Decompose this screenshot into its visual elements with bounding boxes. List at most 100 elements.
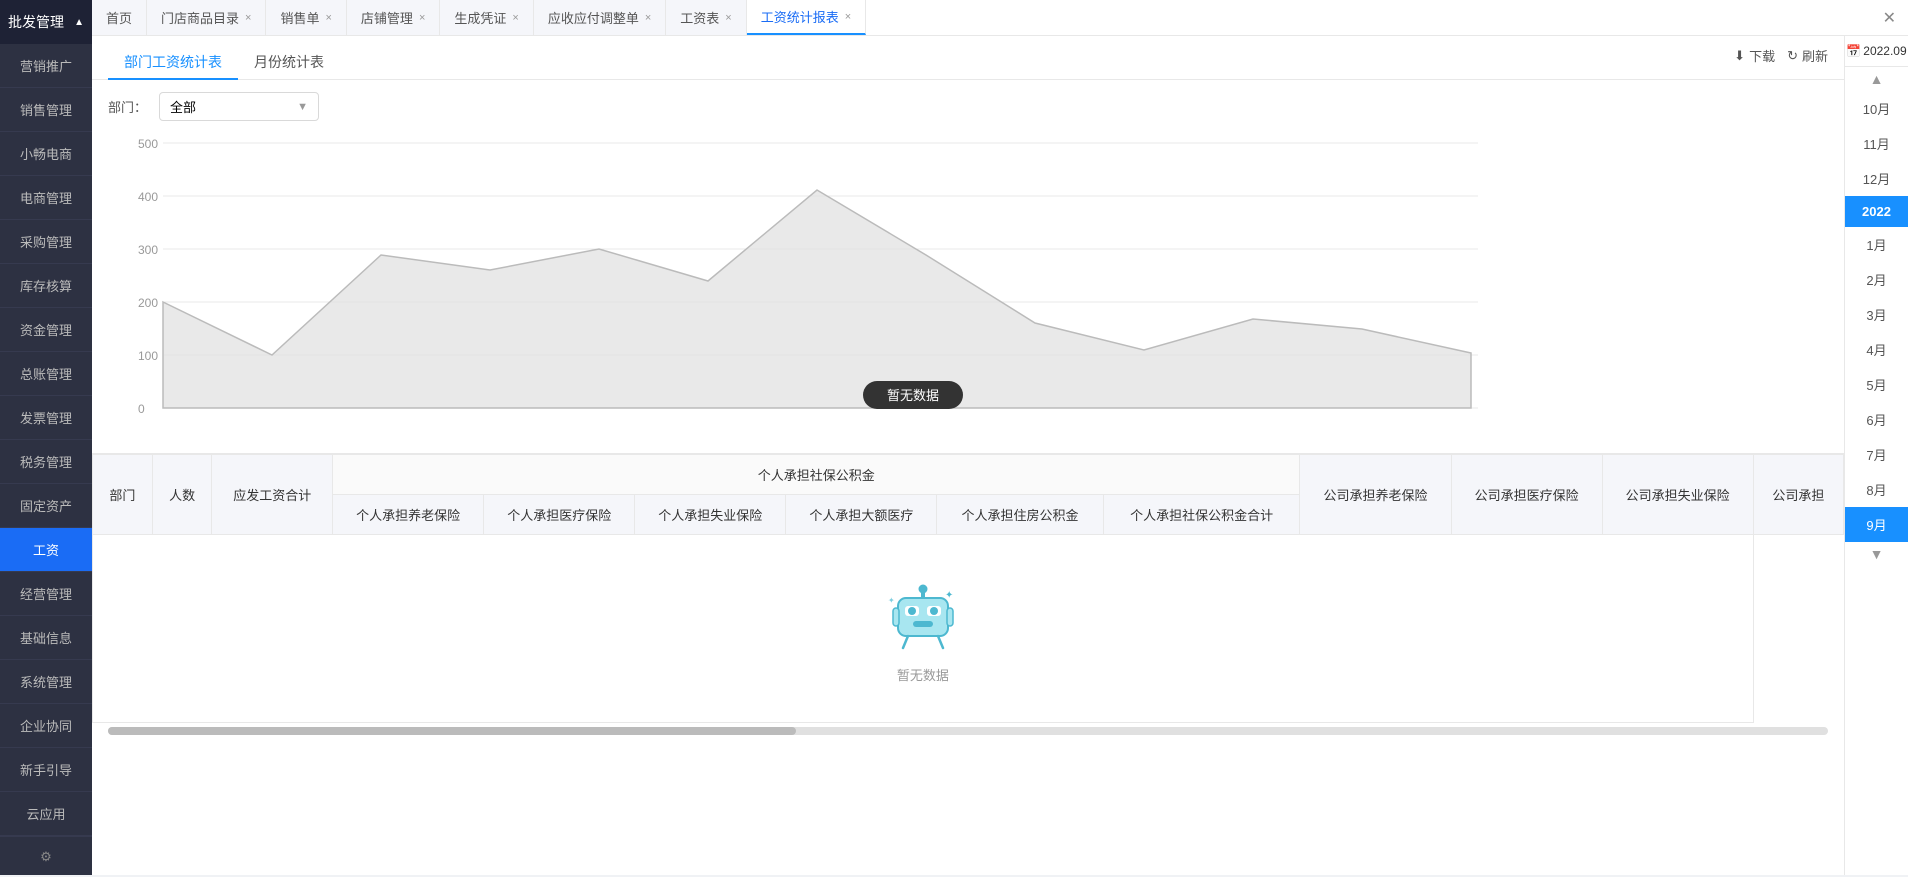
col-company-unemployment: 公司承担失业保险 (1602, 455, 1753, 535)
tab-首页[interactable]: 首页 (92, 0, 147, 35)
tab-店铺管理[interactable]: 店铺管理× (347, 0, 440, 35)
sidebar-item-企业协同[interactable]: 企业协同 (0, 704, 92, 748)
svg-text:0: 0 (138, 402, 145, 416)
sidebar-item-云应用[interactable]: 云应用 (0, 792, 92, 836)
tab-bar-close-button[interactable]: ✕ (1871, 8, 1908, 28)
dept-filter-value: 全部 (170, 97, 196, 116)
sidebar-item-总账管理[interactable]: 总账管理 (0, 352, 92, 396)
month-item-11月[interactable]: 11月 (1845, 126, 1908, 161)
sub-tab-actions: ⬇ 下载 ↻ 刷新 (1734, 46, 1828, 65)
svg-text:✦: ✦ (945, 590, 953, 601)
download-icon: ⬇ (1734, 48, 1745, 64)
svg-text:500: 500 (138, 137, 158, 151)
sidebar-arrow-icon: ▲ (74, 17, 84, 28)
sub-tab-bar: 部门工资统计表月份统计表 ⬇ 下载 ↻ 刷新 (92, 36, 1844, 80)
refresh-label: 刷新 (1802, 46, 1828, 65)
sidebar-item-发票管理[interactable]: 发票管理 (0, 396, 92, 440)
svg-text:暂无数据: 暂无数据 (887, 388, 939, 403)
sidebar-item-固定资产[interactable]: 固定资产 (0, 484, 92, 528)
sidebar-item-系统管理[interactable]: 系统管理 (0, 660, 92, 704)
tab-close-icon[interactable]: × (419, 12, 425, 24)
svg-text:200: 200 (138, 296, 158, 310)
col-personal-total: 个人承担社保公积金合计 (1103, 495, 1300, 535)
sidebar-item-税务管理[interactable]: 税务管理 (0, 440, 92, 484)
table-container[interactable]: 部门 人数 应发工资合计 个人承担社保公积金 公司承担养老保险 公司承担医疗保险… (92, 453, 1844, 875)
empty-text: 暂无数据 (897, 665, 949, 684)
col-personal-major-medical: 个人承担大额医疗 (786, 495, 937, 535)
month-item-8月[interactable]: 8月 (1845, 472, 1908, 507)
sub-tab-月份统计表[interactable]: 月份统计表 (238, 46, 340, 80)
month-item-10月[interactable]: 10月 (1845, 91, 1908, 126)
month-item-2月[interactable]: 2月 (1845, 262, 1908, 297)
month-panel: 📅 2022.09 ▲ 10月11月12月20221月2月3月4月5月6月7月8… (1844, 36, 1908, 875)
month-next-button[interactable]: ▼ (1845, 542, 1908, 566)
month-item-6月[interactable]: 6月 (1845, 402, 1908, 437)
tab-close-icon[interactable]: × (725, 12, 731, 24)
sidebar-item-销售管理[interactable]: 销售管理 (0, 88, 92, 132)
dept-filter-select[interactable]: 全部 ▼ (159, 92, 319, 121)
sidebar-item-采购管理[interactable]: 采购管理 (0, 220, 92, 264)
col-personal-unemployment: 个人承担失业保险 (635, 495, 786, 535)
sidebar-item-资金管理[interactable]: 资金管理 (0, 308, 92, 352)
col-company-medical: 公司承担医疗保险 (1451, 455, 1602, 535)
horizontal-scrollbar[interactable] (108, 727, 1828, 735)
month-panel-header: 📅 2022.09 (1845, 36, 1908, 67)
sidebar-item-电商管理[interactable]: 电商管理 (0, 176, 92, 220)
page-content: 部门工资统计表月份统计表 ⬇ 下载 ↻ 刷新 部门： 全部 ▼ (92, 36, 1844, 875)
tab-工资统计报表[interactable]: 工资统计报表× (747, 0, 866, 35)
sidebar-item-小畅电商[interactable]: 小畅电商 (0, 132, 92, 176)
col-company-pension: 公司承担养老保险 (1300, 455, 1451, 535)
month-item-7月[interactable]: 7月 (1845, 437, 1908, 472)
tab-bar: 首页门店商品目录×销售单×店铺管理×生成凭证×应收应付调整单×工资表×工资统计报… (92, 0, 1908, 36)
month-panel-title: 2022.09 (1863, 44, 1906, 58)
col-group-personal: 个人承担社保公积金 (333, 455, 1300, 495)
tab-close-icon[interactable]: × (645, 12, 651, 24)
col-company-other: 公司承担 (1753, 455, 1843, 535)
month-item-5月[interactable]: 5月 (1845, 367, 1908, 402)
month-item-4月[interactable]: 4月 (1845, 332, 1908, 367)
month-item-9月[interactable]: 9月 (1845, 507, 1908, 542)
tab-close-icon[interactable]: × (512, 12, 518, 24)
tab-close-icon[interactable]: × (245, 12, 251, 24)
sidebar-item-工资[interactable]: 工资 (0, 528, 92, 572)
month-item-3月[interactable]: 3月 (1845, 297, 1908, 332)
sidebar: 批发管理 ▲ 营销推广销售管理小畅电商电商管理采购管理库存核算资金管理总账管理发… (0, 0, 92, 875)
sidebar-header[interactable]: 批发管理 ▲ (0, 0, 92, 44)
col-total-wage: 应发工资合计 (212, 455, 333, 535)
gear-icon: ⚙ (40, 849, 52, 864)
month-item-1月[interactable]: 1月 (1845, 227, 1908, 262)
chevron-down-icon: ▼ (297, 101, 308, 113)
month-prev-button[interactable]: ▲ (1845, 67, 1908, 91)
month-item-2022[interactable]: 2022 (1845, 196, 1908, 227)
tab-close-icon[interactable]: × (845, 11, 851, 23)
svg-text:✦: ✦ (888, 596, 895, 605)
sidebar-item-基础信息[interactable]: 基础信息 (0, 616, 92, 660)
col-personal-pension: 个人承担养老保险 (333, 495, 484, 535)
sidebar-item-库存核算[interactable]: 库存核算 (0, 264, 92, 308)
sidebar-item-营销推广[interactable]: 营销推广 (0, 44, 92, 88)
col-personal-medical: 个人承担医疗保险 (484, 495, 635, 535)
svg-text:100: 100 (138, 349, 158, 363)
download-label: 下载 (1749, 46, 1775, 65)
sidebar-item-新手引导[interactable]: 新手引导 (0, 748, 92, 792)
tab-生成凭证[interactable]: 生成凭证× (440, 0, 533, 35)
tab-工资表[interactable]: 工资表× (666, 0, 746, 35)
svg-text:400: 400 (138, 190, 158, 204)
scrollbar-thumb[interactable] (108, 727, 796, 735)
sub-tab-部门工资统计表[interactable]: 部门工资统计表 (108, 46, 238, 80)
month-item-12月[interactable]: 12月 (1845, 161, 1908, 196)
sidebar-item-经营管理[interactable]: 经营管理 (0, 572, 92, 616)
tab-销售单[interactable]: 销售单× (266, 0, 346, 35)
tab-close-icon[interactable]: × (325, 12, 331, 24)
tab-门店商品目录[interactable]: 门店商品目录× (147, 0, 266, 35)
refresh-icon: ↻ (1787, 48, 1798, 64)
dept-filter-label: 部门： (108, 97, 147, 116)
tab-应收应付调整单[interactable]: 应收应付调整单× (534, 0, 666, 35)
refresh-button[interactable]: ↻ 刷新 (1787, 46, 1828, 65)
download-button[interactable]: ⬇ 下载 (1734, 46, 1775, 65)
col-personal-housing: 个人承担住房公积金 (937, 495, 1103, 535)
empty-state: ✦ ✦ 暂无数据 (105, 543, 1741, 714)
content-area: 部门工资统计表月份统计表 ⬇ 下载 ↻ 刷新 部门： 全部 ▼ (92, 36, 1908, 875)
sidebar-settings[interactable]: ⚙ (0, 836, 92, 877)
svg-text:300: 300 (138, 243, 158, 257)
